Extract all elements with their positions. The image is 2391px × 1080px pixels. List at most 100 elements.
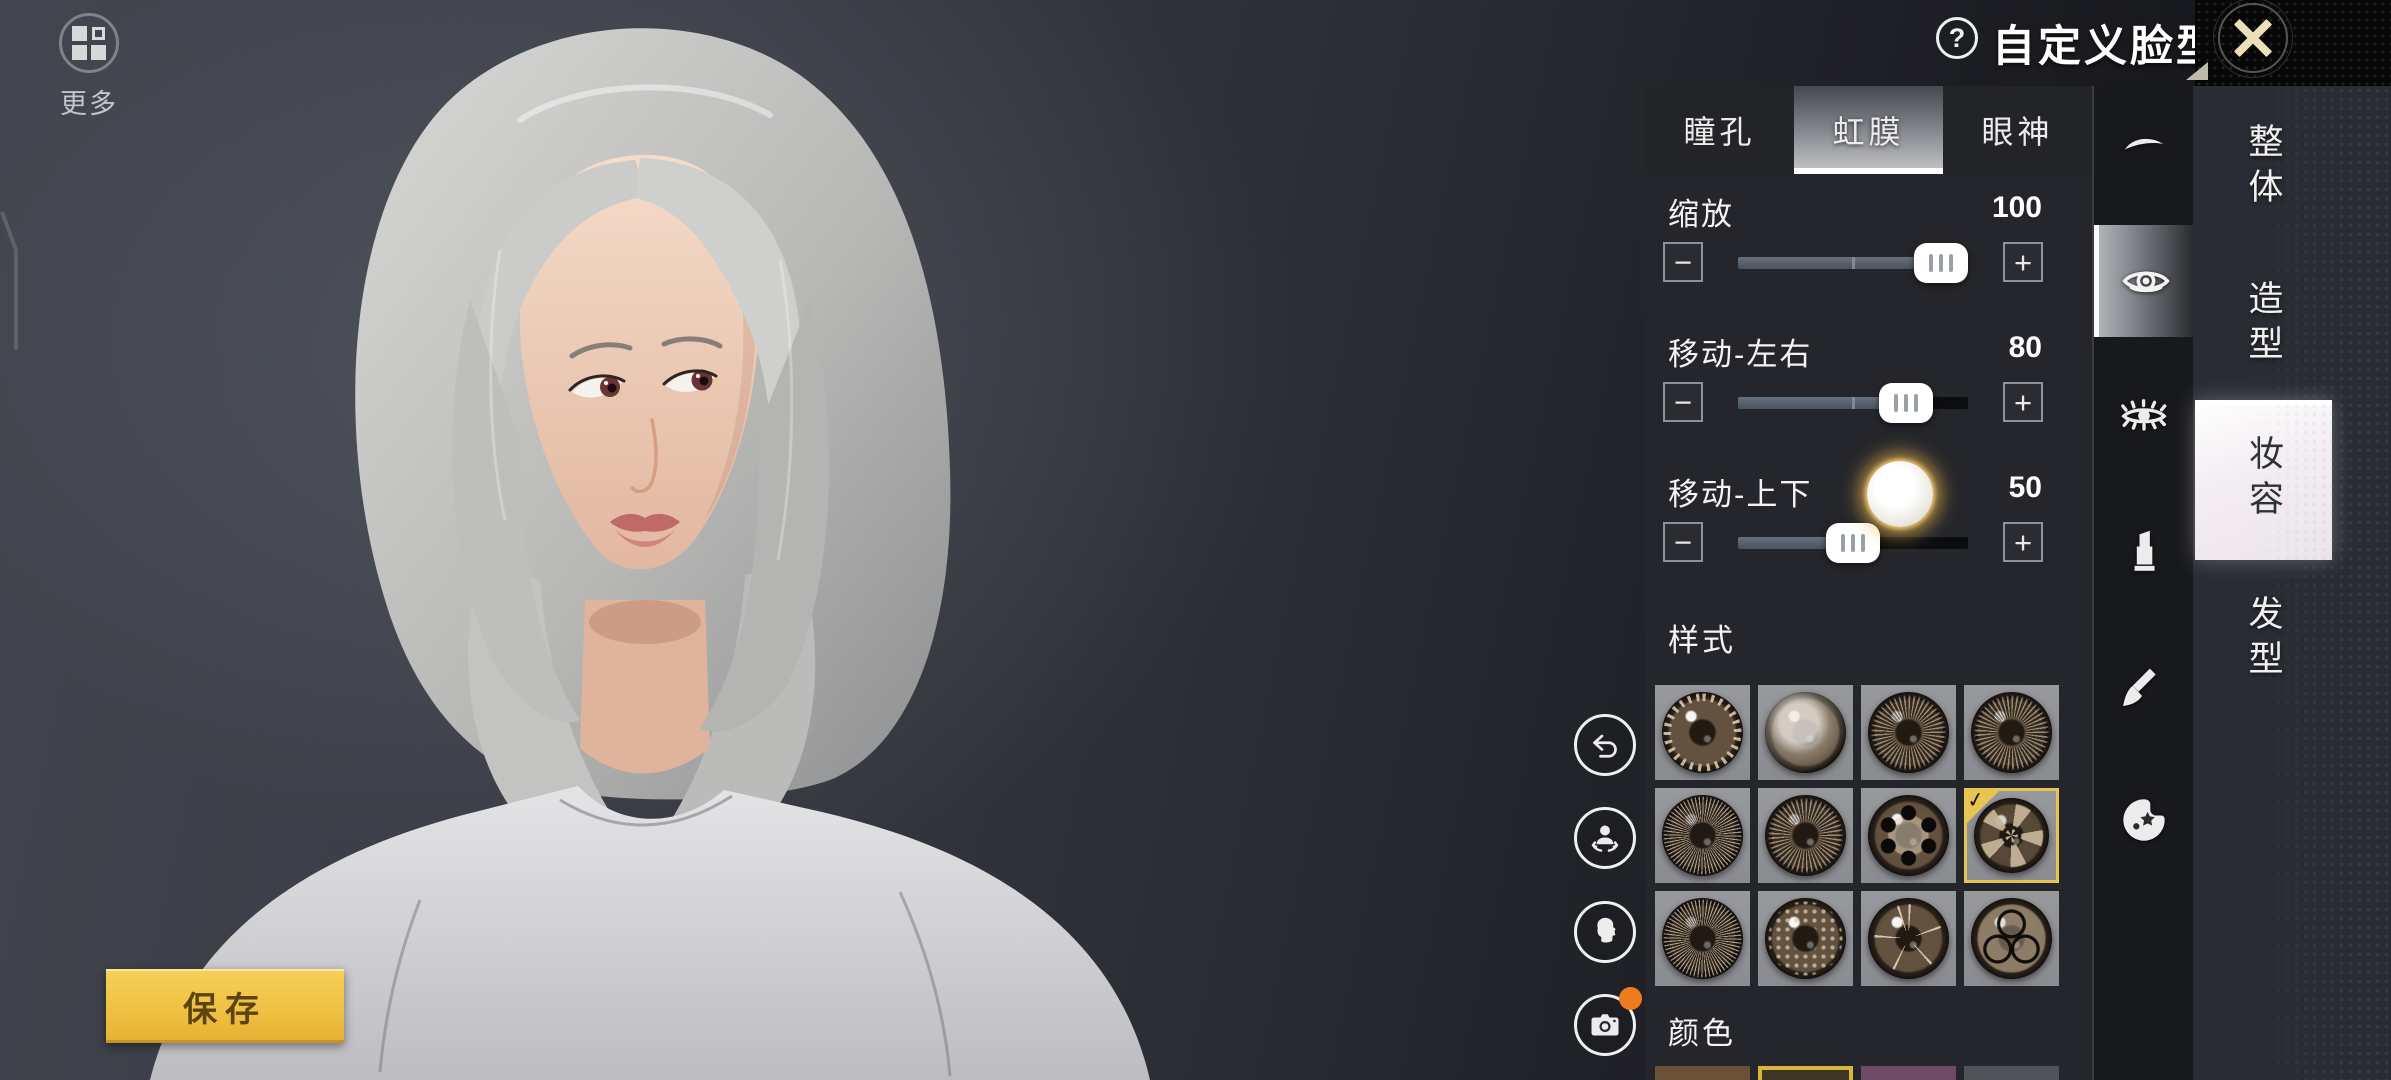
- iris-preview: [1971, 898, 2052, 979]
- iris-style-7[interactable]: [1861, 788, 1956, 883]
- slider-increase-button[interactable]: +: [2003, 522, 2043, 562]
- iris-style-5[interactable]: [1655, 788, 1750, 883]
- color-swatch-1[interactable]: [1655, 1066, 1750, 1080]
- slider-controls: − +: [1645, 382, 2092, 424]
- iris-style-6[interactable]: [1758, 788, 1853, 883]
- sidebar-item-3[interactable]: 妆容: [2195, 400, 2332, 560]
- handle-grip-line: [1841, 534, 1845, 552]
- iris-preview: [1868, 692, 1949, 773]
- iris-preview: [1765, 795, 1846, 876]
- sidebar-item-2[interactable]: 造型: [2193, 265, 2333, 385]
- color-swatch-3[interactable]: [1861, 1066, 1956, 1080]
- category-makeup-brush[interactable]: [2094, 632, 2193, 744]
- slider-midpoint-tick: [1852, 397, 1855, 409]
- slider-decrease-button[interactable]: −: [1663, 382, 1703, 422]
- camera-icon: [1587, 1007, 1623, 1043]
- category-eyebrow[interactable]: [2094, 89, 2193, 201]
- category-eyelash[interactable]: [2094, 359, 2193, 471]
- iris-style-9[interactable]: [1655, 891, 1750, 986]
- rotate-character-icon: [1587, 820, 1623, 856]
- style-section-label: 样式: [1668, 623, 1736, 658]
- handle-grip-line: [1913, 394, 1918, 412]
- grid-icon: [72, 26, 106, 60]
- slider-controls: − +: [1645, 522, 2092, 564]
- slider-handle[interactable]: [1914, 243, 1968, 283]
- customize-panel: 瞳孔 虹膜 眼神 缩放 100− + 移动-左右 80− + 移动-上下 50− + 样式 ✓ 颜色: [1645, 86, 2094, 1080]
- slider-move-horizontal: 移动-左右 80− +: [1645, 329, 2092, 449]
- more-circle: [59, 13, 119, 73]
- slider-midpoint-tick: [1852, 257, 1855, 269]
- iris-style-4[interactable]: [1964, 685, 2059, 780]
- handle-grip-line: [1939, 254, 1943, 272]
- grid-square-hollow: [92, 27, 105, 40]
- close-button[interactable]: [2213, 0, 2293, 78]
- color-section-label: 颜色: [1668, 1016, 1736, 1051]
- color-swatch-4[interactable]: [1964, 1066, 2059, 1080]
- iris-style-8[interactable]: ✓: [1964, 788, 2059, 883]
- slider-controls: − +: [1645, 242, 2092, 284]
- iris-style-2[interactable]: [1758, 685, 1853, 780]
- slider-value: 100: [1991, 191, 2042, 224]
- strip-pointer: [2186, 62, 2208, 80]
- slider-decrease-button[interactable]: −: [1663, 522, 1703, 562]
- save-button[interactable]: 保存: [106, 969, 344, 1043]
- iris-preview: [1662, 795, 1743, 876]
- sidebar-item-4[interactable]: 发型: [2193, 580, 2333, 700]
- iris-style-3[interactable]: [1861, 685, 1956, 780]
- iris-preview: [1974, 798, 2049, 873]
- makeup-category-strip: [2094, 86, 2193, 1080]
- iris-preview: [1765, 898, 1846, 979]
- tab-iris[interactable]: 虹膜: [1794, 86, 1943, 174]
- rotate-character-button[interactable]: [1574, 807, 1636, 869]
- slider-value: 50: [2008, 471, 2042, 504]
- face-paint-icon: [2117, 793, 2171, 847]
- handle-grip-line: [1861, 534, 1865, 552]
- makeup-brush-icon: [2117, 661, 2171, 715]
- panel-collapse-handle[interactable]: [0, 200, 24, 360]
- slider-value: 80: [2008, 331, 2042, 364]
- slider-label: 移动-左右: [1668, 337, 1813, 372]
- handle-grip-line: [1851, 534, 1855, 552]
- iris-style-10[interactable]: [1758, 891, 1853, 986]
- main-category-sidebar: 整体 造型 妆容 发型: [2193, 86, 2391, 1080]
- character-customization-screen: 更多 保存 ? 自定义脸型 瞳孔 虹膜 眼神 缩放 100− + 移动-左右 80− + 移动-…: [0, 0, 2391, 1080]
- iris-preview: [1868, 898, 1949, 979]
- slider-label: 缩放: [1668, 197, 1734, 232]
- iris-preview: [1765, 692, 1846, 773]
- color-swatch-2[interactable]: [1758, 1066, 1853, 1080]
- eyelash-icon: [2117, 388, 2171, 442]
- grid-square: [72, 26, 87, 41]
- handle-grip-line: [1949, 254, 1953, 272]
- camera-button[interactable]: [1574, 987, 1642, 1056]
- grid-square: [72, 45, 87, 60]
- iris-style-1[interactable]: [1655, 685, 1750, 780]
- iris-preview: [1662, 692, 1743, 773]
- more-button[interactable]: 更多: [54, 13, 124, 121]
- category-eye[interactable]: [2094, 225, 2193, 337]
- slider-handle[interactable]: [1878, 383, 1933, 423]
- iris-style-11[interactable]: [1861, 891, 1956, 986]
- handle-grip-line: [1903, 394, 1908, 412]
- category-face-paint[interactable]: [2094, 764, 2193, 876]
- slider-increase-button[interactable]: +: [2003, 382, 2043, 422]
- slider-handle[interactable]: [1826, 523, 1880, 563]
- more-label: 更多: [60, 89, 118, 119]
- tab-pupil[interactable]: 瞳孔: [1645, 86, 1794, 174]
- iris-preview: [1971, 692, 2052, 773]
- hairstyle-preview-button[interactable]: [1574, 901, 1636, 963]
- slider-increase-button[interactable]: +: [2003, 242, 2043, 282]
- undo-button[interactable]: [1574, 714, 1636, 776]
- slider-scale: 缩放 100− +: [1645, 189, 2092, 309]
- undo-icon: [1587, 727, 1623, 763]
- category-lipstick[interactable]: [2094, 495, 2193, 607]
- slider-track[interactable]: [1738, 397, 1968, 409]
- sidebar-item-1[interactable]: 整体: [2193, 108, 2333, 228]
- iris-style-12[interactable]: [1964, 891, 2059, 986]
- slider-decrease-button[interactable]: −: [1663, 242, 1703, 282]
- tab-gaze[interactable]: 眼神: [1943, 86, 2092, 174]
- iris-preview: [1662, 898, 1743, 979]
- help-icon[interactable]: ?: [1936, 17, 1978, 59]
- hairstyle-preview-icon: [1587, 914, 1623, 950]
- notification-dot: [1619, 987, 1642, 1010]
- grid-square: [91, 45, 106, 60]
